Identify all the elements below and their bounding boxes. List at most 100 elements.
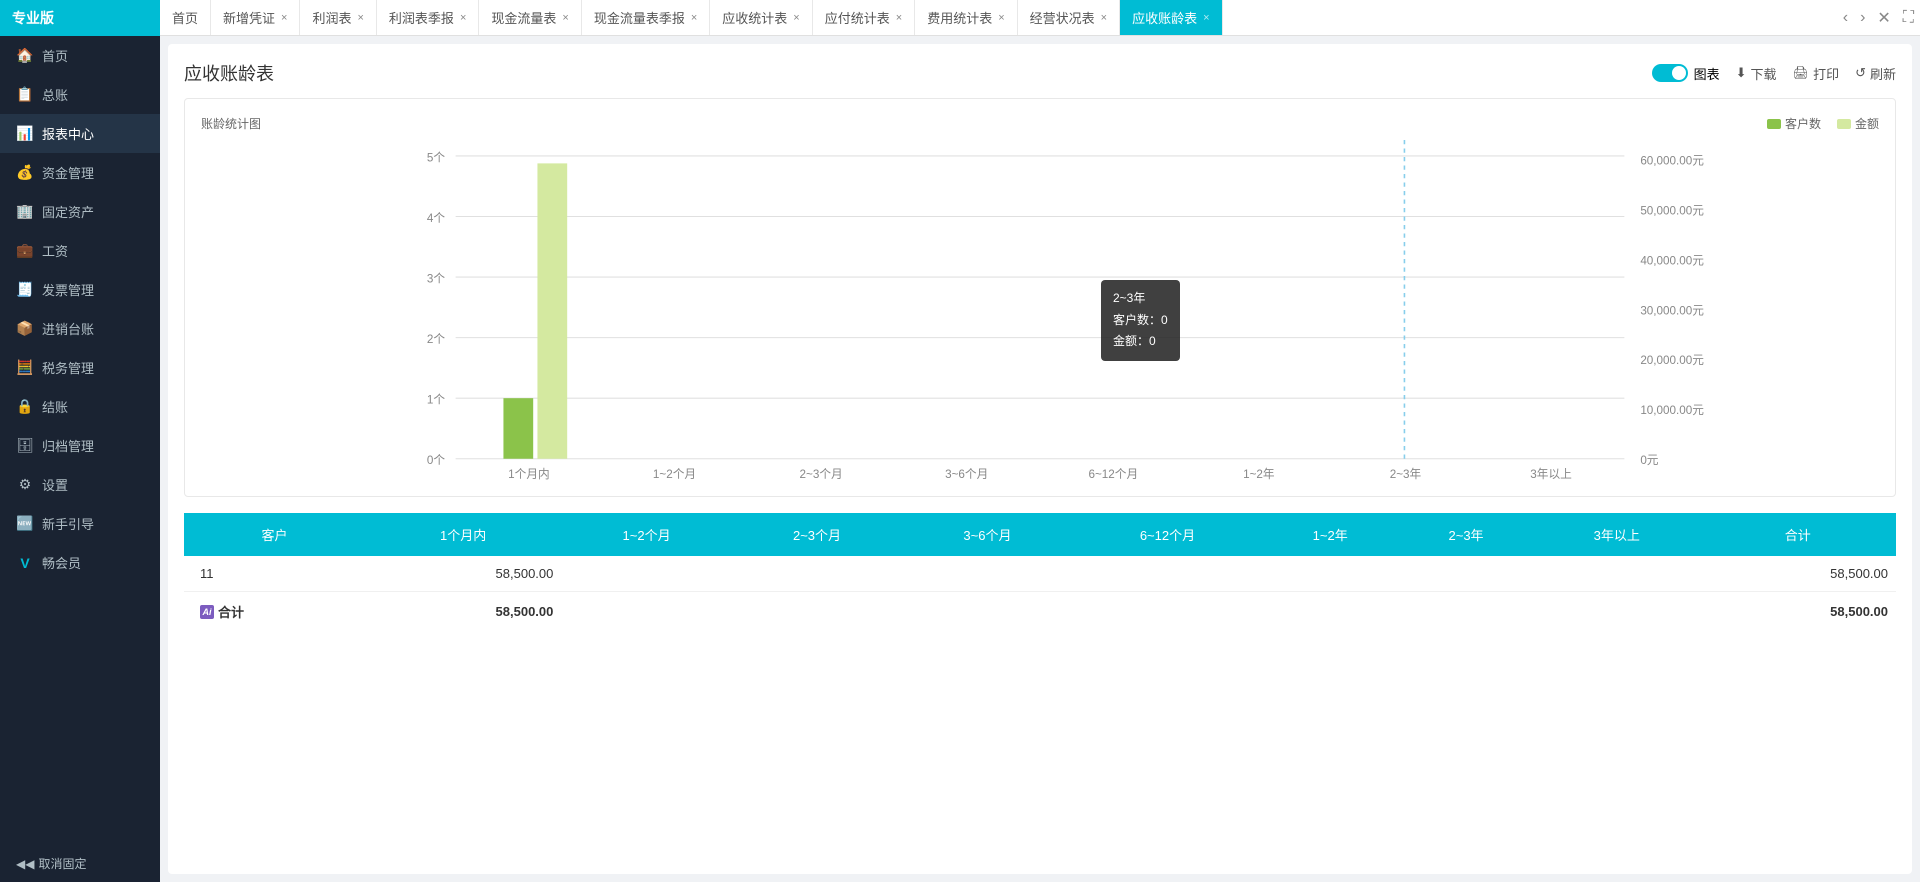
data-table: 客户 1个月内 1~2个月 2~3个月 3~6个月 6~12个月 1~2年 2~… xyxy=(184,513,1896,631)
sidebar-item-label: 设置 xyxy=(42,475,68,494)
refresh-button[interactable]: ↺ 刷新 xyxy=(1855,64,1896,83)
cell-m23 xyxy=(732,556,902,592)
cell-customer: 11 xyxy=(184,556,365,592)
tab-close-all-button[interactable]: ✕ xyxy=(1871,0,1896,36)
sidebar-item-label: 总账 xyxy=(42,85,68,104)
footer-m12 xyxy=(561,592,731,632)
closing-icon: 🔒 xyxy=(16,398,34,415)
col-m1: 1个月内 xyxy=(365,513,561,556)
chart-toggle[interactable] xyxy=(1652,64,1688,82)
salary-icon: 💼 xyxy=(16,242,34,259)
main-content: 首页 新增凭证 × 利润表 × 利润表季报 × 现金流量表 × 现金流量表季报 … xyxy=(160,0,1920,882)
sidebar-footer-pin[interactable]: ◀◀ 取消固定 xyxy=(0,845,160,882)
svg-text:20,000.00元: 20,000.00元 xyxy=(1640,354,1704,367)
cell-m612 xyxy=(1073,556,1263,592)
sidebar-item-home[interactable]: 🏠 首页 xyxy=(0,36,160,75)
sidebar-item-label: 税务管理 xyxy=(42,358,94,377)
tab-close-icon[interactable]: × xyxy=(357,12,363,24)
svg-text:30,000.00元: 30,000.00元 xyxy=(1640,304,1704,317)
tab-ar-aging[interactable]: 应收账龄表 × xyxy=(1120,0,1222,36)
sidebar-item-closing[interactable]: 🔒 结账 xyxy=(0,387,160,426)
svg-text:2个: 2个 xyxy=(427,333,445,346)
cell-m36 xyxy=(902,556,1072,592)
archive-icon: 🗄 xyxy=(16,437,34,454)
svg-text:5个: 5个 xyxy=(427,151,445,164)
sidebar-item-assets[interactable]: 🏢 固定资产 xyxy=(0,192,160,231)
tab-close-icon[interactable]: × xyxy=(1101,12,1107,24)
download-button[interactable]: ⬇ 下载 xyxy=(1736,64,1777,83)
tab-home[interactable]: 首页 xyxy=(160,0,211,36)
col-total: 合计 xyxy=(1700,513,1897,556)
tab-profit-quarterly[interactable]: 利润表季报 × xyxy=(377,0,479,36)
tab-close-icon[interactable]: × xyxy=(896,12,902,24)
ledger-icon: 📋 xyxy=(16,86,34,103)
tab-close-icon[interactable]: × xyxy=(1203,12,1209,24)
sidebar-item-funds[interactable]: 💰 资金管理 xyxy=(0,153,160,192)
tab-close-icon[interactable]: × xyxy=(562,12,568,24)
tab-cashflow-quarterly[interactable]: 现金流量表季报 × xyxy=(582,0,710,36)
print-label: 打印 xyxy=(1813,64,1839,83)
sidebar-item-label: 报表中心 xyxy=(42,124,94,143)
svg-text:50,000.00元: 50,000.00元 xyxy=(1640,204,1704,217)
chart-container: 0个 1个 2个 3个 4个 5个 0元 10,000.00元 20,000.0… xyxy=(201,140,1879,480)
tab-close-icon[interactable]: × xyxy=(793,12,799,24)
tab-label: 利润表季报 xyxy=(389,8,454,27)
svg-text:0个: 0个 xyxy=(427,454,445,467)
page-title: 应收账龄表 xyxy=(184,60,274,86)
col-y3plus: 3年以上 xyxy=(1534,513,1700,556)
cell-y23 xyxy=(1398,556,1534,592)
tab-ar-stats[interactable]: 应收统计表 × xyxy=(710,0,812,36)
sidebar-item-label: 工资 xyxy=(42,241,68,260)
sidebar-item-label: 发票管理 xyxy=(42,280,94,299)
tab-next-button[interactable]: › xyxy=(1854,0,1871,36)
tab-new-voucher[interactable]: 新增凭证 × xyxy=(211,0,300,36)
legend-amount: 金额 xyxy=(1837,115,1879,132)
tab-fullscreen-button[interactable]: ⛶ xyxy=(1897,0,1920,36)
footer-total: 58,500.00 xyxy=(1700,592,1897,632)
cell-y12 xyxy=(1262,556,1398,592)
legend-customers: 客户数 xyxy=(1767,115,1821,132)
header-actions: 图表 ⬇ 下载 🖨 打印 ↺ 刷新 xyxy=(1652,64,1896,83)
page-content: 应收账龄表 图表 ⬇ 下载 🖨 打印 ↺ 刷新 xyxy=(168,44,1912,874)
sidebar-item-ledger[interactable]: 📋 总账 xyxy=(0,75,160,114)
sidebar-item-member[interactable]: V 畅会员 xyxy=(0,543,160,582)
download-icon: ⬇ xyxy=(1736,65,1747,81)
footer-y23 xyxy=(1398,592,1534,632)
svg-text:60,000.00元: 60,000.00元 xyxy=(1640,154,1704,167)
svg-text:0元: 0元 xyxy=(1640,454,1658,467)
cell-m12 xyxy=(561,556,731,592)
legend-amount-color xyxy=(1837,119,1851,129)
tab-business-status[interactable]: 经营状况表 × xyxy=(1018,0,1120,36)
tab-expense-stats[interactable]: 费用统计表 × xyxy=(915,0,1017,36)
tab-ap-stats[interactable]: 应付统计表 × xyxy=(813,0,915,36)
tab-close-icon[interactable]: × xyxy=(281,12,287,24)
cell-total: 58,500.00 xyxy=(1700,556,1897,592)
sidebar-item-reports[interactable]: 📊 报表中心 xyxy=(0,114,160,153)
tab-close-icon[interactable]: × xyxy=(460,12,466,24)
svg-text:1个月内: 1个月内 xyxy=(508,467,550,480)
sidebar-item-guide[interactable]: 🆕 新手引导 xyxy=(0,504,160,543)
cell-m1: 58,500.00 xyxy=(365,556,561,592)
tab-prev-button[interactable]: ‹ xyxy=(1837,0,1854,36)
tab-profit[interactable]: 利润表 × xyxy=(300,0,376,36)
tab-cashflow[interactable]: 现金流量表 × xyxy=(479,0,581,36)
tax-icon: 🧮 xyxy=(16,359,34,376)
col-m12: 1~2个月 xyxy=(561,513,731,556)
app-logo: 专业版 xyxy=(0,0,160,36)
tab-close-icon[interactable]: × xyxy=(998,12,1004,24)
sidebar-item-label: 畅会员 xyxy=(42,553,81,572)
sidebar-item-archive[interactable]: 🗄 归档管理 xyxy=(0,426,160,465)
sidebar-item-tax[interactable]: 🧮 税务管理 xyxy=(0,348,160,387)
col-m612: 6~12个月 xyxy=(1073,513,1263,556)
tab-label: 应收统计表 xyxy=(722,8,787,27)
sidebar-item-invoice[interactable]: 🧾 发票管理 xyxy=(0,270,160,309)
sidebar-item-inventory[interactable]: 📦 进销台账 xyxy=(0,309,160,348)
col-m23: 2~3个月 xyxy=(732,513,902,556)
footer-m1: 58,500.00 xyxy=(365,592,561,632)
tab-close-icon[interactable]: × xyxy=(691,12,697,24)
svg-text:3个: 3个 xyxy=(427,272,445,285)
sidebar-item-salary[interactable]: 💼 工资 xyxy=(0,231,160,270)
sidebar: 专业版 🏠 首页 📋 总账 📊 报表中心 💰 资金管理 🏢 固定资产 💼 工资 … xyxy=(0,0,160,882)
sidebar-item-settings[interactable]: ⚙ 设置 xyxy=(0,465,160,504)
print-button[interactable]: 🖨 打印 xyxy=(1793,64,1840,83)
